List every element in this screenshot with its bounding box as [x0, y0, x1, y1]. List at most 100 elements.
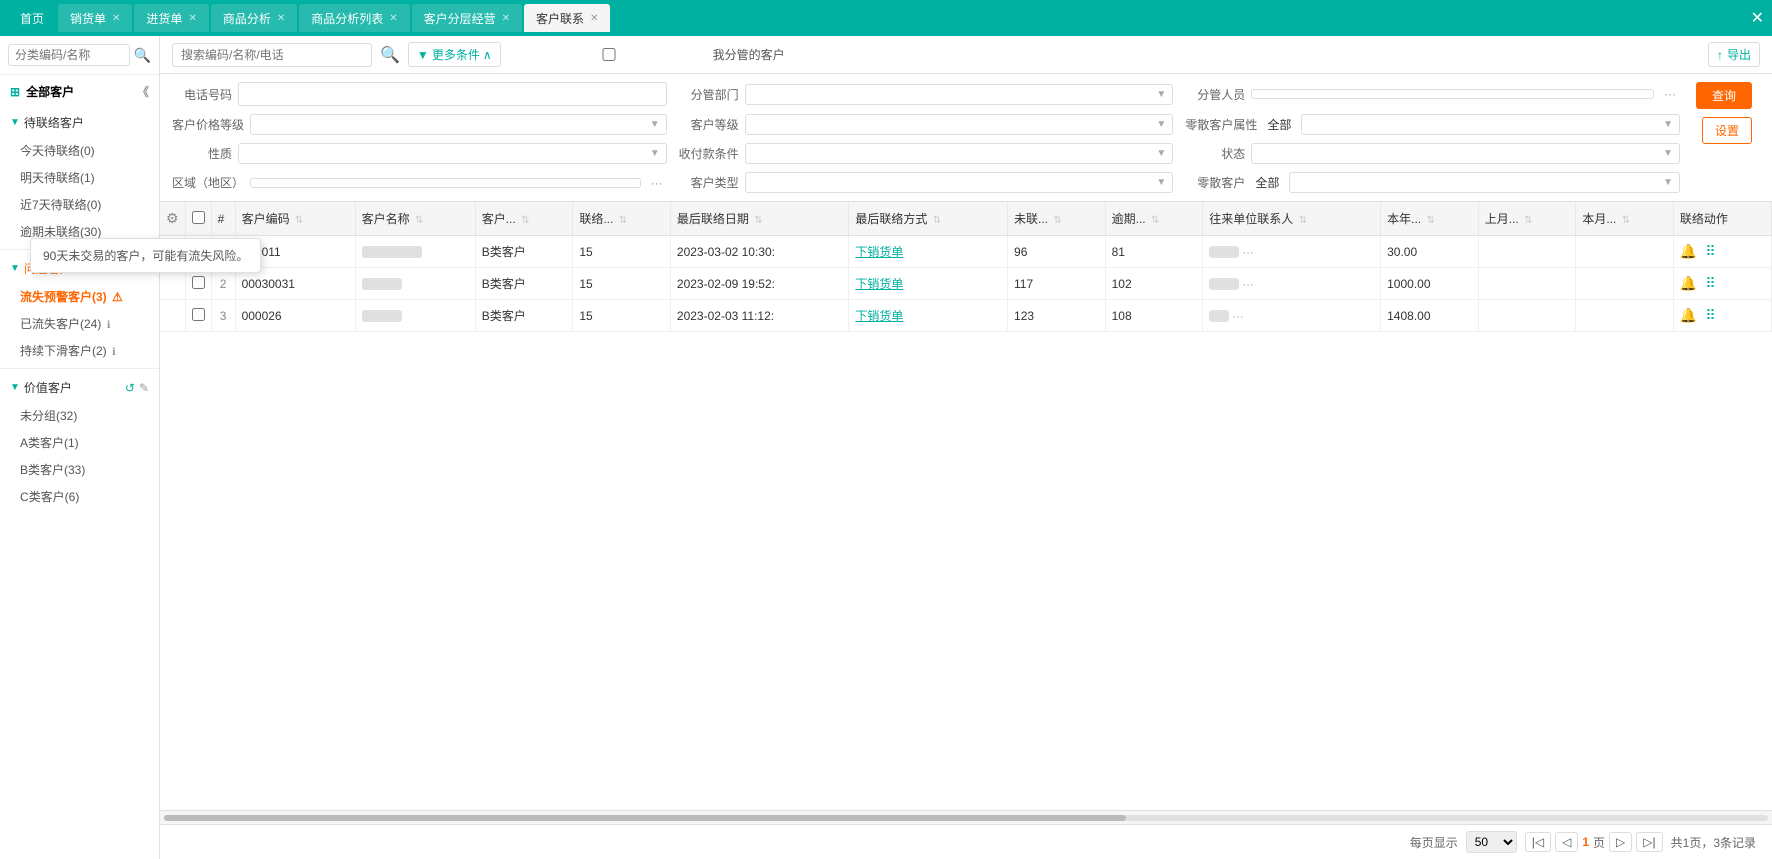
tab-analysis-list[interactable]: 商品分析列表 ✕ — [299, 4, 409, 32]
last-method-link-1[interactable]: 下销货单 — [855, 245, 903, 259]
refresh-icon[interactable]: ↺ — [125, 381, 135, 395]
customer-type-arrow: ▼ — [1156, 177, 1166, 188]
content-area: 🔍 ▼ 更多条件 ∧ 我分管的客户 ↑ 导出 — [160, 36, 1772, 859]
payment-select[interactable]: ▼ — [745, 143, 1174, 164]
th-contact-person: 往来单位联系人 ⇅ — [1203, 202, 1381, 236]
contact-action-3[interactable]: 🔔 — [1680, 307, 1697, 324]
tab-customer-contact[interactable]: 客户联系 ✕ — [524, 4, 610, 32]
search-input[interactable] — [172, 43, 372, 67]
payment-arrow: ▼ — [1156, 148, 1166, 159]
horizontal-scrollbar[interactable] — [160, 810, 1772, 824]
price-grade-select[interactable]: ▼ — [250, 114, 667, 135]
search-button[interactable]: 🔍 — [380, 45, 400, 65]
filter-payment: 收付款条件 ▼ — [679, 143, 1174, 164]
tab-analysis[interactable]: 商品分析 ✕ — [211, 4, 297, 32]
last-method-link-2[interactable]: 下销货单 — [855, 277, 903, 291]
actions-3: 🔔 ⠿ — [1680, 307, 1765, 324]
tab-customer-contact-close[interactable]: ✕ — [590, 13, 598, 24]
retail-select[interactable]: ▼ — [1289, 172, 1680, 193]
more-action-1[interactable]: ⠿ — [1705, 243, 1715, 260]
phone-input[interactable] — [238, 82, 667, 106]
row-checkbox-2[interactable] — [192, 276, 205, 289]
churned-info-icon: ℹ — [107, 320, 111, 331]
tab-sales-close[interactable]: ✕ — [112, 13, 120, 24]
sidebar-all-label: 全部客户 — [26, 83, 74, 100]
sidebar-item-7days[interactable]: 近7天待联络(0) — [0, 191, 159, 218]
name-blur-1 — [362, 246, 422, 258]
td-actions-2: 🔔 ⠿ — [1673, 268, 1771, 300]
sidebar-search-icon[interactable]: 🔍 — [134, 47, 151, 64]
td-actions-1: 🔔 ⠿ — [1673, 236, 1771, 268]
more-action-2[interactable]: ⠿ — [1705, 275, 1715, 292]
sidebar-item-churn-warning[interactable]: 流失预警客户(3) ⚠ — [0, 283, 159, 310]
sidebar-item-churned[interactable]: 已流失客户(24) ℹ — [0, 310, 159, 337]
last-page-btn[interactable]: ▷| — [1636, 832, 1662, 852]
td-contact-2: 15 — [573, 268, 671, 300]
more-action-3[interactable]: ⠿ — [1705, 307, 1715, 324]
tab-analysis-close[interactable]: ✕ — [277, 13, 285, 24]
name-blur-2 — [362, 278, 402, 290]
sidebar-item-b-class[interactable]: B类客户(33) — [0, 456, 159, 483]
table-row: 3 000026 B类客户 15 2023-02-03 11:12: 下销货单 … — [160, 300, 1772, 332]
first-page-btn[interactable]: |◁ — [1525, 832, 1551, 852]
person-dots[interactable]: ··· — [1660, 87, 1680, 101]
status-select[interactable]: ▼ — [1251, 143, 1680, 164]
sidebar-value-header[interactable]: ▼ 价值客户 ↺ ✎ — [0, 373, 159, 402]
sidebar-group-pending-header[interactable]: ▼ 待联络客户 — [0, 108, 159, 137]
tab-analysis-list-close[interactable]: ✕ — [389, 13, 397, 24]
retail-arrow: ▼ — [1663, 177, 1673, 188]
tab-sales-label: 销货单 — [70, 10, 106, 27]
overdue-sort-icon: ⇅ — [1151, 215, 1159, 226]
tab-purchase-close[interactable]: ✕ — [188, 13, 196, 24]
sidebar-item-tomorrow[interactable]: 明天待联络(1) — [0, 164, 159, 191]
query-button[interactable]: 查询 — [1696, 82, 1752, 109]
prev-page-btn[interactable]: ◁ — [1555, 832, 1578, 852]
filter-panel: 电话号码 分管部门 ▼ 分管人员 — [160, 74, 1772, 202]
sidebar-search-input[interactable] — [8, 44, 130, 66]
edit-icon[interactable]: ✎ — [139, 381, 149, 395]
payment-label: 收付款条件 — [679, 145, 739, 162]
price-grade-label: 客户价格等级 — [172, 116, 244, 133]
gender-select[interactable]: ▼ — [238, 143, 667, 164]
tab-purchase[interactable]: 进货单 ✕ — [134, 4, 208, 32]
table-row: 2 00030031 B类客户 15 2023-02-09 19:52: 下销货… — [160, 268, 1772, 300]
dept-select[interactable]: ▼ — [745, 84, 1174, 105]
td-this-year-3: 1408.00 — [1381, 300, 1479, 332]
value-icons: ↺ ✎ — [125, 381, 149, 395]
my-customers-checkbox[interactable] — [509, 48, 709, 61]
contact-action-1[interactable]: 🔔 — [1680, 243, 1697, 260]
window-close[interactable]: ✕ — [1751, 8, 1764, 28]
person-select[interactable] — [1251, 89, 1654, 99]
region-dots[interactable]: ··· — [647, 176, 667, 190]
sidebar-item-ungroup[interactable]: 未分组(32) — [0, 402, 159, 429]
sidebar-all-customers[interactable]: ⊞ 全部客户 《 — [0, 75, 159, 108]
contact-action-2[interactable]: 🔔 — [1680, 275, 1697, 292]
sidebar-item-declining[interactable]: 持续下滑客户(2) ℹ — [0, 337, 159, 364]
tab-customer-layer-close[interactable]: ✕ — [502, 13, 510, 24]
more-filter-button[interactable]: ▼ 更多条件 ∧ — [408, 42, 501, 67]
grade-select[interactable]: ▼ — [745, 114, 1174, 135]
page-size-select[interactable]: 50 100 200 — [1466, 831, 1517, 853]
sidebar-item-a-class[interactable]: A类客户(1) — [0, 429, 159, 456]
sidebar-item-today[interactable]: 今天待联络(0) — [0, 137, 159, 164]
retail-attr-select[interactable]: ▼ — [1301, 114, 1680, 135]
customer-type-select[interactable]: ▼ — [745, 172, 1174, 193]
last-method-link-3[interactable]: 下销货单 — [855, 309, 903, 323]
tab-home[interactable]: 首页 — [8, 4, 56, 32]
export-button[interactable]: ↑ 导出 — [1708, 42, 1760, 67]
td-last-date-1: 2023-03-02 10:30: — [670, 236, 848, 268]
sidebar-item-c-class[interactable]: C类客户(6) — [0, 483, 159, 510]
region-select[interactable] — [250, 178, 641, 188]
th-actions-label: 联络动作 — [1680, 212, 1728, 226]
table-header-row: ⚙ # 客户编码 ⇅ 客户名称 ⇅ — [160, 202, 1772, 236]
query-area: 查询 设置 — [1688, 82, 1760, 193]
th-overdue-label: 逾期... — [1112, 212, 1146, 226]
next-page-btn[interactable]: ▷ — [1609, 832, 1632, 852]
tab-sales[interactable]: 销货单 ✕ — [58, 4, 132, 32]
select-all-checkbox[interactable] — [192, 211, 205, 224]
td-contact-person-1: ··· — [1203, 236, 1381, 268]
tab-customer-layer[interactable]: 客户分层经营 ✕ — [412, 4, 522, 32]
table-settings-icon[interactable]: ⚙ — [166, 210, 179, 226]
row-checkbox-3[interactable] — [192, 308, 205, 321]
settings-button[interactable]: 设置 — [1702, 117, 1752, 144]
